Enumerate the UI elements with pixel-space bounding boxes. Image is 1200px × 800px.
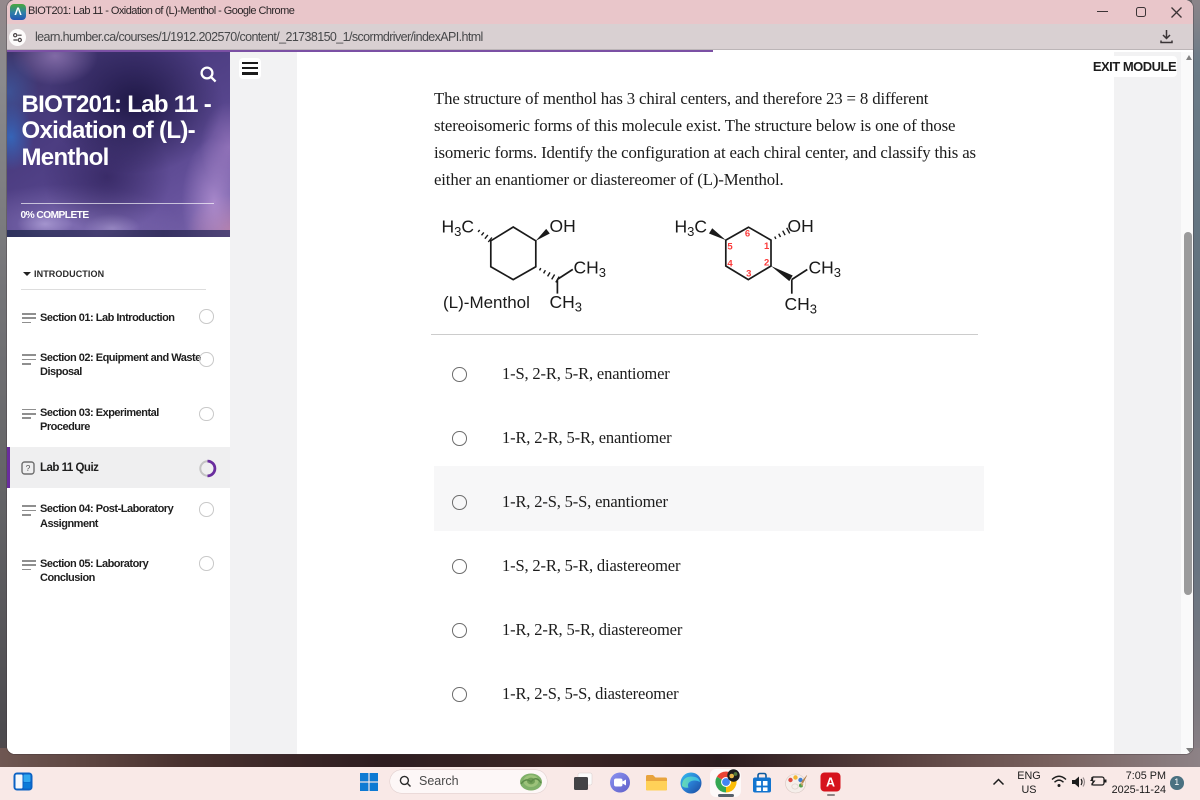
svg-text:(L)-Menthol: (L)-Menthol xyxy=(443,293,530,312)
svg-text:2: 2 xyxy=(764,257,769,268)
svg-text:?: ? xyxy=(25,463,30,473)
svg-text:CH3: CH3 xyxy=(785,294,818,317)
svg-text:OH: OH xyxy=(788,216,814,236)
svg-text:H3C: H3C xyxy=(442,217,475,240)
svg-text:H3C: H3C xyxy=(675,217,708,240)
svg-text:4: 4 xyxy=(727,258,733,269)
svg-text:CH3: CH3 xyxy=(809,258,842,281)
svg-text:CH3: CH3 xyxy=(574,258,607,281)
svg-text:CH3: CH3 xyxy=(550,292,583,315)
svg-text:1: 1 xyxy=(764,241,770,252)
svg-text:5: 5 xyxy=(727,242,733,253)
svg-text:A: A xyxy=(826,776,835,790)
svg-text:6: 6 xyxy=(745,229,750,240)
svg-text:3: 3 xyxy=(746,269,751,280)
svg-text:OH: OH xyxy=(550,216,576,236)
